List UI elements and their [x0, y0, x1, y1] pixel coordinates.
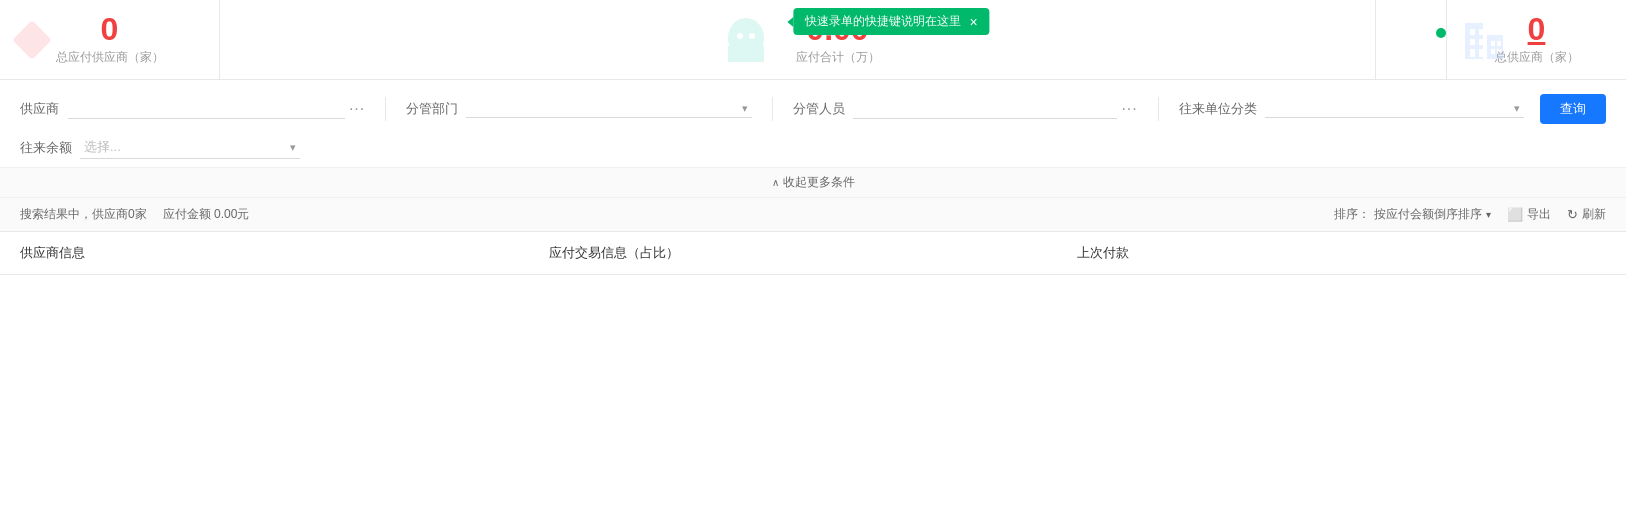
export-button[interactable]: ⬜ 导出 — [1507, 206, 1551, 223]
stat-total-suppliers: 0 总供应商（家） — [1446, 0, 1626, 79]
svg-rect-0 — [12, 20, 52, 60]
svg-rect-13 — [1470, 49, 1475, 57]
tooltip-close-button[interactable]: × — [969, 15, 977, 29]
filter-bar: 供应商 ··· 分管部门 ▾ 分管人员 ··· 往来单位分类 ▾ — [0, 80, 1626, 198]
balance-select[interactable]: 选择... ▾ — [80, 136, 300, 159]
result-bar: 搜索结果中，供应商0家 应付金额 0.00元 排序： 按应付会额倒序排序 ▾ ⬜… — [0, 198, 1626, 232]
payable-suppliers-number: 0 — [101, 13, 119, 45]
stat-payable-suppliers: 0 总应付供应商（家） — [0, 0, 220, 79]
supplier-input[interactable] — [68, 99, 345, 119]
total-suppliers-number: 0 — [1528, 13, 1546, 45]
department-select[interactable]: ▾ — [466, 100, 751, 118]
diamond-icon — [10, 18, 54, 62]
person-dots-button[interactable]: ··· — [1121, 100, 1137, 118]
filter-supplier: 供应商 ··· — [20, 99, 365, 119]
svg-rect-9 — [1470, 29, 1475, 35]
payable-total-label: 应付合计（万） — [796, 49, 880, 66]
divider-3 — [1158, 97, 1159, 121]
collapse-label: 收起更多条件 — [783, 174, 855, 191]
col-lastpay-header: 上次付款 — [1077, 244, 1606, 262]
person-input[interactable] — [853, 99, 1118, 119]
export-icon: ⬜ — [1507, 207, 1523, 222]
result-suppliers-text: 搜索结果中，供应商0家 — [20, 206, 147, 223]
refresh-icon: ↻ — [1567, 207, 1578, 222]
sort-label: 排序： — [1334, 206, 1370, 223]
result-summary: 搜索结果中，供应商0家 应付金额 0.00元 — [20, 206, 249, 223]
filter-department: 分管部门 ▾ — [406, 100, 751, 118]
balance-label: 往来余额 — [20, 139, 72, 157]
tooltip-dot — [1436, 28, 1446, 38]
svg-rect-14 — [1479, 49, 1484, 57]
col-transaction-header: 应付交易信息（占比） — [549, 244, 1078, 262]
unit-class-label: 往来单位分类 — [1179, 100, 1257, 118]
balance-select-placeholder: 选择... — [84, 138, 290, 156]
balance-chevron-icon: ▾ — [290, 141, 296, 154]
refresh-label: 刷新 — [1582, 206, 1606, 223]
building-icon — [1457, 15, 1513, 65]
query-button[interactable]: 查询 — [1540, 94, 1606, 124]
sort-chevron-icon: ▾ — [1486, 209, 1491, 220]
table-header: 供应商信息 应付交易信息（占比） 上次付款 — [0, 232, 1626, 275]
person-label: 分管人员 — [793, 100, 845, 118]
svg-rect-16 — [1497, 41, 1501, 46]
svg-rect-10 — [1479, 29, 1484, 35]
result-actions: 排序： 按应付会额倒序排序 ▾ ⬜ 导出 ↻ 刷新 — [1334, 206, 1606, 223]
supplier-label: 供应商 — [20, 100, 60, 118]
unit-class-select[interactable]: ▾ — [1265, 100, 1524, 118]
filter-row-1: 供应商 ··· 分管部门 ▾ 分管人员 ··· 往来单位分类 ▾ — [20, 94, 1606, 124]
svg-rect-8 — [1487, 35, 1503, 59]
svg-point-6 — [749, 33, 755, 39]
filter-unit-class: 往来单位分类 ▾ — [1179, 100, 1524, 118]
tooltip-bubble: 快速录单的快捷键说明在这里 × — [793, 8, 989, 35]
svg-rect-18 — [1497, 49, 1501, 54]
svg-rect-15 — [1491, 41, 1495, 46]
divider-2 — [772, 97, 773, 121]
svg-point-5 — [737, 33, 743, 39]
filter-row-2: 往来余额 选择... ▾ — [20, 136, 1606, 159]
tooltip-text: 快速录单的快捷键说明在这里 — [805, 13, 961, 30]
supplier-dots-button[interactable]: ··· — [349, 100, 365, 118]
refresh-button[interactable]: ↻ 刷新 — [1567, 206, 1606, 223]
result-amount-text: 应付金额 0.00元 — [163, 206, 250, 223]
collapse-chevron-icon: ∧ — [772, 177, 779, 188]
sort-button[interactable]: 排序： 按应付会额倒序排序 ▾ — [1334, 206, 1491, 223]
table-body — [0, 275, 1626, 475]
stats-bar: 0 总应付供应商（家） 0.00 应付合计（万） 快速录单的快捷键说明在这里 × — [0, 0, 1626, 80]
payable-suppliers-label: 总应付供应商（家） — [56, 49, 164, 66]
ghost-icon — [716, 10, 776, 70]
collapse-button[interactable]: ∧ 收起更多条件 — [0, 167, 1626, 197]
department-label: 分管部门 — [406, 100, 458, 118]
sort-value: 按应付会额倒序排序 — [1374, 206, 1482, 223]
export-label: 导出 — [1527, 206, 1551, 223]
col-supplier-header: 供应商信息 — [20, 244, 549, 262]
divider-1 — [385, 97, 386, 121]
filter-person: 分管人员 ··· — [793, 99, 1138, 119]
svg-rect-11 — [1470, 39, 1475, 45]
unit-class-chevron-icon: ▾ — [1514, 102, 1520, 115]
svg-rect-12 — [1479, 39, 1484, 45]
svg-rect-17 — [1491, 49, 1495, 54]
department-chevron-icon: ▾ — [742, 102, 748, 115]
filter-balance: 往来余额 选择... ▾ — [20, 136, 300, 159]
